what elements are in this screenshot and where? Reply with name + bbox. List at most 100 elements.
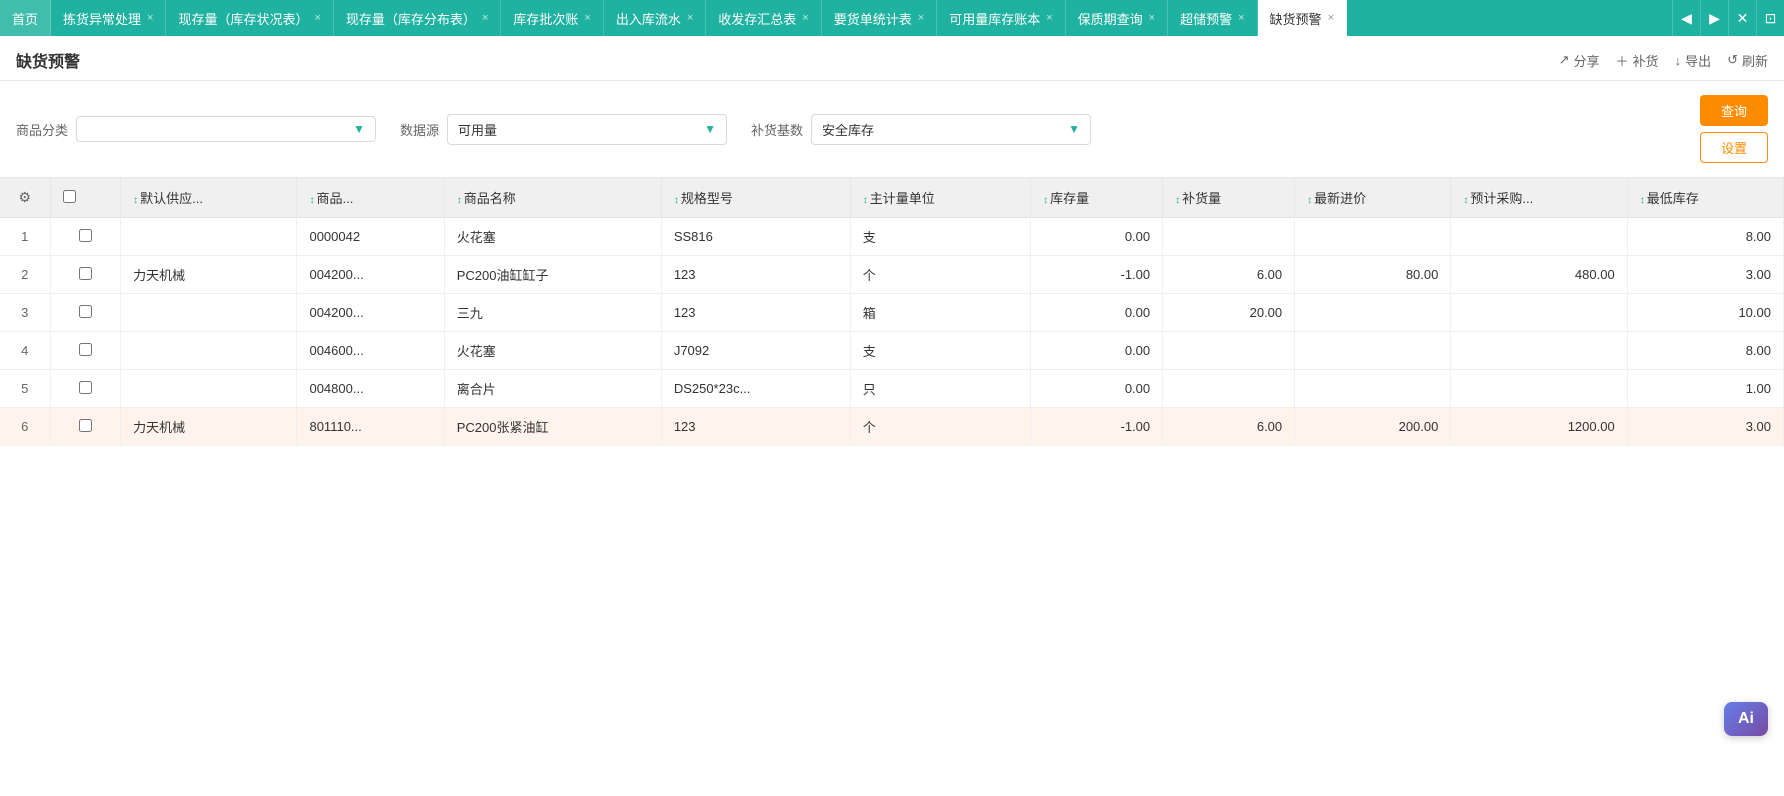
settings-button[interactable]: 设置 bbox=[1700, 132, 1768, 163]
row-replenish-qty: 6.00 bbox=[1163, 408, 1295, 446]
tab-close-inventory-dist[interactable]: × bbox=[482, 12, 488, 24]
tab-close-demand-stat[interactable]: × bbox=[918, 12, 924, 24]
tab-prev-button[interactable]: ◀ bbox=[1672, 0, 1700, 36]
col-header-est_purchase[interactable]: ↕预计采购... bbox=[1451, 178, 1627, 218]
row-product-name: 火花塞 bbox=[444, 332, 661, 370]
row-latest-price bbox=[1295, 332, 1451, 370]
col-header-min_stock[interactable]: ↕最低库存 bbox=[1627, 178, 1783, 218]
col-header-stock[interactable]: ↕库存量 bbox=[1031, 178, 1163, 218]
tab-close-inout-flow[interactable]: × bbox=[687, 12, 693, 24]
tab-close-available-ledger[interactable]: × bbox=[1046, 12, 1052, 24]
tab-label-available-ledger: 可用量库存账本 bbox=[949, 9, 1040, 28]
replenish-basis-chevron-icon: ▼ bbox=[1068, 122, 1080, 136]
row-replenish-qty: 20.00 bbox=[1163, 294, 1295, 332]
page-title: 缺货预警 bbox=[16, 48, 80, 72]
tab-label-overstock-warn: 超储预警 bbox=[1180, 9, 1232, 28]
export-label: 导出 bbox=[1685, 51, 1711, 70]
settings-gear-icon[interactable]: ⚙ bbox=[18, 189, 31, 205]
tab-collect-summary[interactable]: 收发存汇总表× bbox=[706, 0, 821, 36]
tab-demand-stat[interactable]: 要货单统计表× bbox=[822, 0, 937, 36]
share-label: 分享 bbox=[1574, 51, 1600, 70]
tab-exception[interactable]: 拣货异常处理× bbox=[51, 0, 166, 36]
tab-available-ledger[interactable]: 可用量库存账本 × bbox=[937, 0, 1065, 36]
datasource-select[interactable]: 可用量 ▼ bbox=[447, 114, 727, 145]
row-checkbox-input[interactable] bbox=[79, 381, 92, 394]
row-supplier bbox=[121, 370, 297, 408]
col-header-unit[interactable]: ↕主计量单位 bbox=[850, 178, 1030, 218]
row-supplier: 力天机械 bbox=[121, 408, 297, 446]
tab-batch-account[interactable]: 库存批次账× bbox=[501, 0, 603, 36]
col-header-replenish_qty[interactable]: ↕补货量 bbox=[1163, 178, 1295, 218]
row-checkbox[interactable] bbox=[50, 408, 121, 446]
tab-shortage-warn[interactable]: 缺货预警× bbox=[1258, 0, 1347, 36]
row-checkbox[interactable] bbox=[50, 332, 121, 370]
action-replenish[interactable]: ＋补货 bbox=[1616, 51, 1659, 70]
row-unit: 只 bbox=[850, 370, 1030, 408]
row-unit: 支 bbox=[850, 332, 1030, 370]
action-export[interactable]: ↓导出 bbox=[1675, 51, 1712, 70]
replenish-basis-select[interactable]: 安全库存 ▼ bbox=[811, 114, 1091, 145]
tab-close-collect-summary[interactable]: × bbox=[802, 12, 808, 24]
tab-close-expiry-query[interactable]: × bbox=[1149, 12, 1155, 24]
sort-icon-supplier: ↕ bbox=[133, 195, 138, 206]
table-row: 2力天机械004200...PC200油缸缸子123个-1.006.0080.0… bbox=[0, 256, 1784, 294]
row-min-stock: 8.00 bbox=[1627, 218, 1783, 256]
tab-close-batch-account[interactable]: × bbox=[584, 12, 590, 24]
tab-inout-flow[interactable]: 出入库流水× bbox=[604, 0, 706, 36]
tab-close-shortage-warn[interactable]: × bbox=[1328, 12, 1334, 24]
tab-fullscreen-button[interactable]: ⊡ bbox=[1756, 0, 1784, 36]
tab-next-button[interactable]: ▶ bbox=[1700, 0, 1728, 36]
tab-close-overstock-warn[interactable]: × bbox=[1238, 12, 1244, 24]
share-icon: ↗ bbox=[1559, 52, 1570, 68]
col-header-product_code[interactable]: ↕商品... bbox=[297, 178, 444, 218]
row-checkbox[interactable] bbox=[50, 294, 121, 332]
row-checkbox[interactable] bbox=[50, 256, 121, 294]
row-checkbox[interactable] bbox=[50, 218, 121, 256]
row-latest-price: 80.00 bbox=[1295, 256, 1451, 294]
action-refresh[interactable]: ↺刷新 bbox=[1727, 51, 1768, 70]
col-header-supplier[interactable]: ↕默认供应... bbox=[121, 178, 297, 218]
row-unit: 个 bbox=[850, 408, 1030, 446]
row-checkbox[interactable] bbox=[50, 370, 121, 408]
refresh-label: 刷新 bbox=[1742, 51, 1768, 70]
ai-button[interactable]: Ai bbox=[1724, 702, 1768, 736]
replenish-icon: ＋ bbox=[1616, 51, 1629, 70]
row-checkbox-input[interactable] bbox=[79, 419, 92, 432]
action-share[interactable]: ↗分享 bbox=[1559, 51, 1600, 70]
tab-inventory-dist[interactable]: 现存量（库存分布表）× bbox=[334, 0, 501, 36]
tab-close-button[interactable]: ✕ bbox=[1728, 0, 1756, 36]
tab-expiry-query[interactable]: 保质期查询× bbox=[1066, 0, 1168, 36]
category-select[interactable]: ▼ bbox=[76, 116, 376, 142]
row-est-purchase bbox=[1451, 370, 1627, 408]
row-stock: -1.00 bbox=[1031, 408, 1163, 446]
row-product-name: PC200张紧油缸 bbox=[444, 408, 661, 446]
row-product-code: 004200... bbox=[297, 294, 444, 332]
row-product-code: 004200... bbox=[297, 256, 444, 294]
tab-overstock-warn[interactable]: 超储预警 × bbox=[1168, 0, 1257, 36]
select-all-checkbox[interactable] bbox=[63, 190, 76, 203]
query-button[interactable]: 查询 bbox=[1700, 95, 1768, 126]
col-label-supplier: 默认供应... bbox=[140, 191, 203, 206]
row-latest-price bbox=[1295, 294, 1451, 332]
col-header-spec[interactable]: ↕规格型号 bbox=[661, 178, 850, 218]
row-checkbox-input[interactable] bbox=[79, 229, 92, 242]
col-header-product_name[interactable]: ↕商品名称 bbox=[444, 178, 661, 218]
row-product-name: 三九 bbox=[444, 294, 661, 332]
row-checkbox-input[interactable] bbox=[79, 267, 92, 280]
replenish-basis-value: 安全库存 bbox=[822, 120, 874, 139]
row-stock: 0.00 bbox=[1031, 370, 1163, 408]
tab-inventory-status[interactable]: 现存量（库存状况表）× bbox=[166, 0, 333, 36]
tab-home[interactable]: 首页 bbox=[0, 0, 51, 36]
row-checkbox-input[interactable] bbox=[79, 343, 92, 356]
replenish-basis-label: 补货基数 bbox=[751, 120, 803, 139]
row-min-stock: 1.00 bbox=[1627, 370, 1783, 408]
row-est-purchase: 480.00 bbox=[1451, 256, 1627, 294]
row-checkbox-input[interactable] bbox=[79, 305, 92, 318]
row-latest-price: 200.00 bbox=[1295, 408, 1451, 446]
row-min-stock: 3.00 bbox=[1627, 408, 1783, 446]
row-latest-price bbox=[1295, 370, 1451, 408]
col-header-latest_price[interactable]: ↕最新进价 bbox=[1295, 178, 1451, 218]
row-latest-price bbox=[1295, 218, 1451, 256]
tab-close-exception[interactable]: × bbox=[147, 12, 153, 24]
tab-close-inventory-status[interactable]: × bbox=[314, 12, 320, 24]
